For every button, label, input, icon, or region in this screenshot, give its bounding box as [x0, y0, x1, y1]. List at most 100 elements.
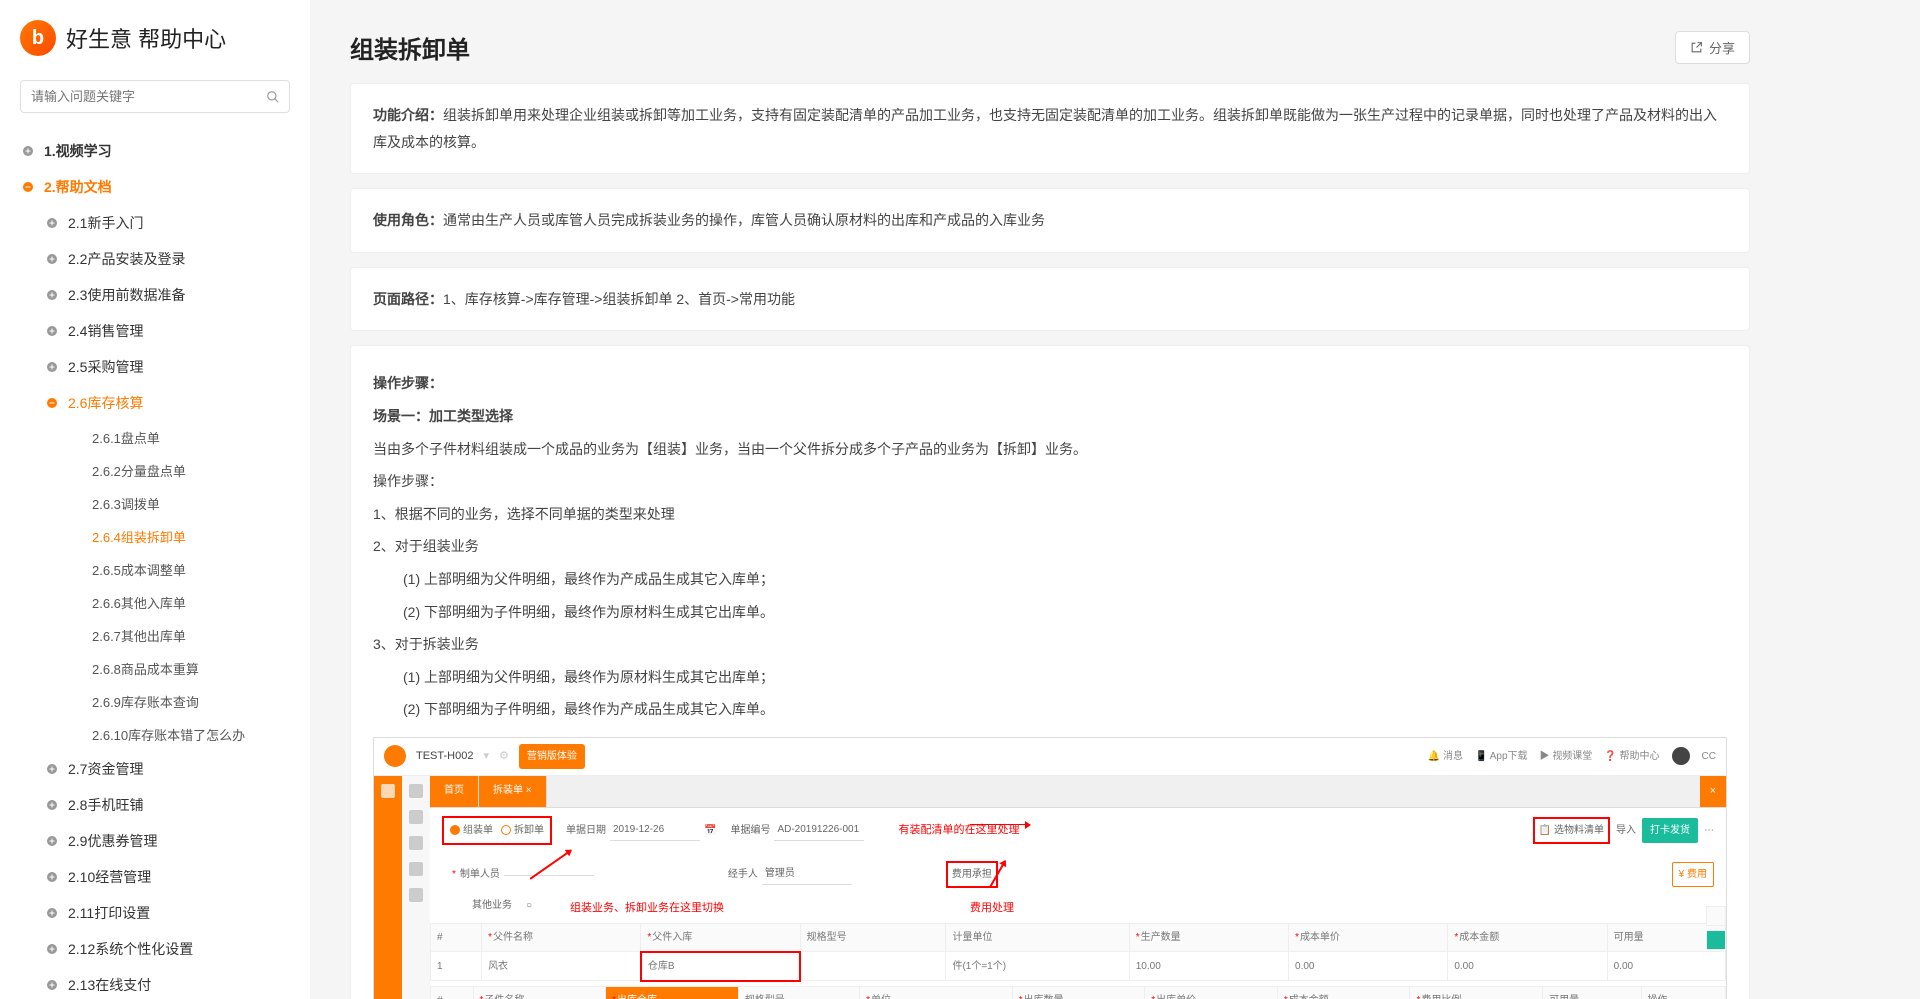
- nav-leaf-recalc[interactable]: 2.6.8商品成本重算: [44, 652, 290, 685]
- nav-inventory[interactable]: 2.6库存核算: [44, 385, 290, 421]
- plus-icon: [44, 761, 60, 777]
- nav-print[interactable]: 2.11打印设置: [44, 895, 290, 931]
- plus-icon: [20, 143, 36, 159]
- th-price: 出库单价: [1145, 986, 1278, 999]
- search-input[interactable]: [20, 80, 290, 113]
- nav-coupon[interactable]: 2.9优惠券管理: [44, 823, 290, 859]
- step-3: 3、对于拆装业务: [373, 631, 1727, 658]
- nav-purchase[interactable]: 2.5采购管理: [44, 349, 290, 385]
- nav-prepare[interactable]: 2.3使用前数据准备: [44, 277, 290, 313]
- nav-video-learning[interactable]: 1.视频学习: [20, 133, 290, 169]
- nav-leaf-transfer[interactable]: 2.6.3调拨单: [44, 487, 290, 520]
- plus-icon: [44, 359, 60, 375]
- th-idx: #: [431, 923, 482, 952]
- th-pct: 费用比例: [1410, 986, 1543, 999]
- ss-import-button: 导入: [1616, 821, 1636, 840]
- nav-mgmt[interactable]: 2.10经营管理: [44, 859, 290, 895]
- tool-icon: [1706, 930, 1726, 950]
- cell-price: 0.00: [1289, 952, 1448, 981]
- ss-date-value: 2019-12-26: [610, 819, 700, 841]
- nav-label: 2.9优惠券管理: [68, 831, 157, 851]
- ss-radio-assemble: 组装单: [463, 821, 493, 840]
- nav-leaf-check[interactable]: 2.6.1盘点单: [44, 421, 290, 454]
- step-2-1: (1) 上部明细为父件明细，最终作为产成品生成其它入库单；: [373, 566, 1727, 593]
- gear-icon: ⚙: [499, 746, 509, 767]
- plus-icon: [44, 941, 60, 957]
- plus-icon: [44, 251, 60, 267]
- plus-icon: [44, 869, 60, 885]
- ss-right-tools: [1706, 906, 1726, 950]
- step-3-1: (1) 上部明细为父件明细，最终作为原材料生成其它出库单；: [373, 664, 1727, 691]
- ss-leftnav-primary: [374, 776, 402, 999]
- ss-annotation-switch: 组装业务、拆卸业务在这里切换: [570, 898, 724, 919]
- th-unit: 计量单位: [946, 923, 1129, 952]
- page-title: 组装拆卸单: [350, 30, 470, 65]
- minus-icon: [44, 395, 60, 411]
- ss-radio-disassemble: 拆卸单: [514, 821, 544, 840]
- nav-sub-help: 2.1新手入门 2.2产品安装及登录 2.3使用前数据准备 2.4销售管理 2.…: [20, 205, 290, 999]
- ss-fee-button: ¥ 费用: [1672, 862, 1714, 887]
- th-spec: 规格型号: [800, 923, 946, 952]
- ss-no-value: AD-20191226-001: [774, 819, 864, 841]
- nav-leaf-assembly[interactable]: 2.6.4组装拆卸单: [44, 520, 290, 553]
- nav-newbie[interactable]: 2.1新手入门: [44, 205, 290, 241]
- intro-text: 组装拆卸单用来处理企业组装或拆卸等加工业务，支持有固定装配清单的产品加工业务，也…: [373, 107, 1717, 150]
- cell-name: 风衣: [482, 952, 641, 981]
- sidebar: b 好生意 帮助中心 1.视频学习 2.帮助文档 2.1新手入门 2.2产品安装…: [0, 0, 310, 999]
- menu-icon: [409, 862, 423, 876]
- search-icon[interactable]: [266, 90, 280, 104]
- nav-leaf-cost[interactable]: 2.6.5成本调整单: [44, 553, 290, 586]
- ops-title: 操作步骤：: [373, 468, 1727, 495]
- nav-mobile[interactable]: 2.8手机旺铺: [44, 787, 290, 823]
- share-button[interactable]: 分享: [1675, 31, 1750, 64]
- nav-leaf-partial[interactable]: 2.6.2分量盘点单: [44, 454, 290, 487]
- role-card: 使用角色：通常由生产人员或库管人员完成拆装业务的操作，库管人员确认原材料的出库和…: [350, 188, 1750, 253]
- arrow-icon: [970, 824, 1030, 826]
- nav-sales[interactable]: 2.4销售管理: [44, 313, 290, 349]
- ss-account: TEST-H002: [416, 746, 473, 767]
- steps-card: 操作步骤： 场景一：加工类型选择 当由多个子件材料组装成一个成品的业务为【组装】…: [350, 345, 1750, 999]
- ss-annotation-fee: 费用处理: [970, 898, 1014, 919]
- nav-pay[interactable]: 2.13在线支付: [44, 967, 290, 999]
- intro-label: 功能介绍：: [373, 107, 443, 123]
- scene1-title: 场景一：加工类型选择: [373, 403, 1727, 430]
- nav-leaf-otherout[interactable]: 2.6.7其他出库单: [44, 619, 290, 652]
- plus-icon: [44, 215, 60, 231]
- path-text: 1、库存核算->库存管理->组装拆卸单 2、首页->常用功能: [443, 291, 795, 307]
- ss-msg: 🔔 消息: [1428, 747, 1463, 766]
- plus-icon: [44, 905, 60, 921]
- radio-icon: [501, 825, 511, 835]
- nav-leaf-ledgerfix[interactable]: 2.6.10库存账本错了怎么办: [44, 718, 290, 751]
- ss-fee-label: 费用承担: [952, 865, 992, 884]
- th-pwh: 父件入库: [641, 923, 800, 952]
- th-cwh: 出库仓库: [606, 986, 739, 999]
- cell-amt: 0.00: [1448, 952, 1607, 981]
- step-2-2: (2) 下部明细为子件明细，最终作为原材料生成其它出库单。: [373, 599, 1727, 626]
- th-amt: 成本金额: [1448, 923, 1607, 952]
- nav-leaf-otherin[interactable]: 2.6.6其他入库单: [44, 586, 290, 619]
- ss-no-label: 单据编号: [730, 821, 770, 840]
- page-header: 组装拆卸单 分享: [350, 30, 1750, 65]
- cell-unit: 件(1个=1个): [946, 952, 1129, 981]
- nav-sys[interactable]: 2.12系统个性化设置: [44, 931, 290, 967]
- logo-row: b 好生意 帮助中心: [20, 20, 290, 56]
- nav-label: 2.5采购管理: [68, 357, 143, 377]
- th-spec: 规格型号: [738, 986, 859, 999]
- avatar-icon: [1672, 747, 1690, 765]
- nav-label: 2.3使用前数据准备: [68, 285, 185, 305]
- share-icon: [1690, 41, 1703, 54]
- ss-form-row-2: *制单人员 经手人 管理员 费用承担 ¥ 费用: [430, 853, 1726, 896]
- nav-help-docs[interactable]: 2.帮助文档: [20, 169, 290, 205]
- step-3-2: (2) 下部明细为子件明细，最终作为产成品生成其它入库单。: [373, 696, 1727, 723]
- nav-label: 2.11打印设置: [68, 903, 150, 923]
- cell-qty: 10.00: [1129, 952, 1288, 981]
- nav-label: 2.帮助文档: [44, 177, 112, 197]
- ss-logo-icon: [384, 745, 406, 767]
- nav-install[interactable]: 2.2产品安装及登录: [44, 241, 290, 277]
- nav-funds[interactable]: 2.7资金管理: [44, 751, 290, 787]
- nav-leaf-ledger[interactable]: 2.6.9库存账本查询: [44, 685, 290, 718]
- embedded-screenshot: TEST-H002 ▾ ⚙ 营销版体验 🔔 消息 📱 App下载 ▶ 视频课堂 …: [373, 737, 1727, 999]
- plus-icon: [44, 833, 60, 849]
- nav-label: 2.12系统个性化设置: [68, 939, 193, 959]
- plus-icon: [44, 977, 60, 993]
